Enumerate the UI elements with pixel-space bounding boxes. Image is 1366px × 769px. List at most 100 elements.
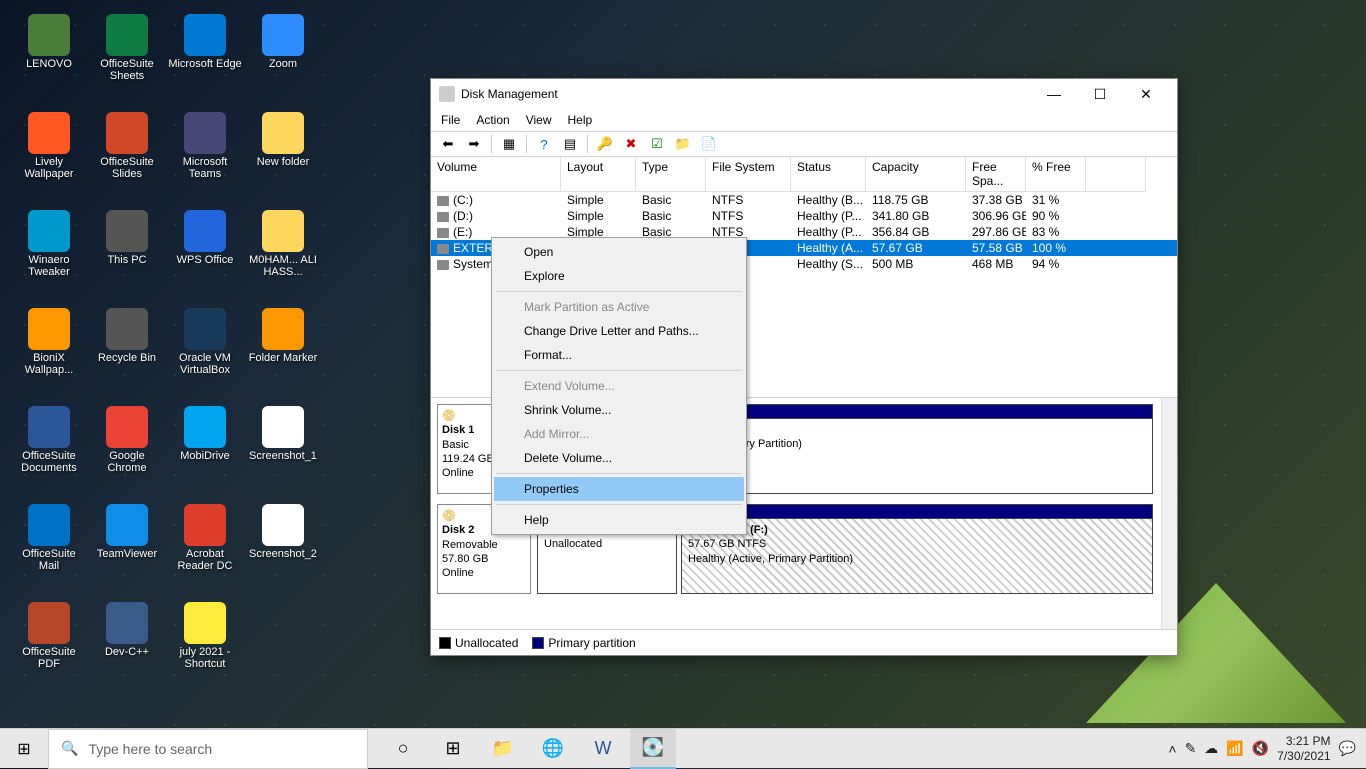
menu-item[interactable]: Shrink Volume... (494, 398, 744, 422)
scrollbar[interactable] (1161, 398, 1177, 629)
desktop-icon[interactable]: OfficeSuite Sheets (88, 10, 166, 108)
desktop-icon[interactable]: OfficeSuite Mail (10, 500, 88, 598)
desktop-icon[interactable]: OfficeSuite PDF (10, 598, 88, 696)
desktop-icon[interactable]: Oracle VM VirtualBox (166, 304, 244, 402)
col-free[interactable]: Free Spa... (966, 157, 1026, 192)
tray-wifi-icon[interactable]: 📶 (1226, 740, 1243, 757)
desktop-icon[interactable]: Winaero Tweaker (10, 206, 88, 304)
desktop-icon[interactable]: BioniX Wallpap... (10, 304, 88, 402)
menu-item[interactable]: Format... (494, 343, 744, 367)
partition-bar (682, 505, 1152, 519)
toolbar-icon[interactable]: ▦ (498, 134, 520, 154)
desktop-icon[interactable]: LENOVO (10, 10, 88, 108)
tray-volume-icon[interactable]: 🔇 (1252, 740, 1269, 757)
menu-item[interactable]: Help (494, 508, 744, 532)
forward-button[interactable]: ➡ (463, 134, 485, 154)
partition-external[interactable]: EXTERNAL (F:) 57.67 GB NTFS Healthy (Act… (681, 504, 1153, 594)
toolbar-icon[interactable]: 📄 (698, 134, 720, 154)
desktop-icon[interactable]: MobiDrive (166, 402, 244, 500)
task-view-icon[interactable]: ⊞ (430, 729, 476, 769)
desktop-icon[interactable]: Dev-C++ (88, 598, 166, 696)
desktop-icon[interactable]: Google Chrome (88, 402, 166, 500)
app-icon (262, 112, 304, 154)
toolbar-icon[interactable]: ▤ (559, 134, 581, 154)
desktop-icon[interactable]: New folder (244, 108, 322, 206)
icon-label: New folder (257, 156, 310, 168)
icon-label: WPS Office (177, 254, 234, 266)
menu-item[interactable]: Change Drive Letter and Paths... (494, 319, 744, 343)
col-fs[interactable]: File System (706, 157, 791, 192)
toolbar-icon[interactable]: ☑ (646, 134, 668, 154)
col-capacity[interactable]: Capacity (866, 157, 966, 192)
col-volume[interactable]: Volume (431, 157, 561, 192)
menu-item[interactable]: Delete Volume... (494, 446, 744, 470)
file-explorer-icon[interactable]: 📁 (480, 729, 526, 769)
chrome-icon[interactable]: 🌐 (530, 729, 576, 769)
tray-pen-icon[interactable]: ✎ (1185, 740, 1197, 757)
tray-chevron-icon[interactable]: ˄ (1168, 741, 1176, 757)
titlebar[interactable]: Disk Management — ☐ ✕ (431, 79, 1177, 109)
menu-item[interactable]: Open (494, 240, 744, 264)
desktop-icon[interactable]: Microsoft Edge (166, 10, 244, 108)
menu-separator (496, 291, 742, 292)
icon-label: Zoom (269, 58, 297, 70)
clock-date: 7/30/2021 (1277, 749, 1330, 763)
toolbar-icon[interactable]: 📁 (672, 134, 694, 154)
cortana-icon[interactable]: ○ (380, 729, 426, 769)
icon-label: Acrobat Reader DC (168, 548, 242, 572)
col-pct[interactable]: % Free (1026, 157, 1086, 192)
desktop-icon[interactable]: OfficeSuite Documents (10, 402, 88, 500)
close-button[interactable]: ✕ (1123, 79, 1169, 109)
icon-label: Oracle VM VirtualBox (168, 352, 242, 376)
desktop-icon[interactable]: This PC (88, 206, 166, 304)
desktop-icon[interactable]: Folder Marker (244, 304, 322, 402)
desktop-icon[interactable]: OfficeSuite Slides (88, 108, 166, 206)
start-button[interactable]: ⊞ (0, 729, 48, 769)
desktop-icon[interactable]: M0HAM... ALI HASS... (244, 206, 322, 304)
menu-item[interactable]: Properties (494, 477, 744, 501)
disk-management-taskbar-icon[interactable]: 💽 (630, 729, 676, 769)
icon-label: july 2021 - Shortcut (168, 646, 242, 670)
volume-row[interactable]: (D:) Simple Basic NTFS Healthy (P... 341… (431, 208, 1177, 224)
menu-item: Extend Volume... (494, 374, 744, 398)
desktop-icon[interactable]: Screenshot_2 (244, 500, 322, 598)
app-icon (184, 210, 226, 252)
col-type[interactable]: Type (636, 157, 706, 192)
app-icon (106, 406, 148, 448)
toolbar-icon[interactable]: 🔑 (594, 134, 616, 154)
icon-label: Screenshot_1 (249, 450, 317, 462)
desktop-icon[interactable]: TeamViewer (88, 500, 166, 598)
menubar: File Action View Help (431, 109, 1177, 131)
desktop-icon[interactable]: Lively Wallpaper (10, 108, 88, 206)
desktop-icon[interactable]: Acrobat Reader DC (166, 500, 244, 598)
delete-icon[interactable]: ✖ (620, 134, 642, 154)
menu-action[interactable]: Action (476, 113, 509, 127)
desktop-icon[interactable]: Recycle Bin (88, 304, 166, 402)
menu-separator (496, 473, 742, 474)
maximize-button[interactable]: ☐ (1077, 79, 1123, 109)
menu-file[interactable]: File (441, 113, 460, 127)
menu-help[interactable]: Help (568, 113, 593, 127)
menu-item[interactable]: Explore (494, 264, 744, 288)
disk-type: Removable (442, 538, 526, 552)
app-icon[interactable]: W (580, 729, 626, 769)
back-button[interactable]: ⬅ (437, 134, 459, 154)
search-box[interactable]: 🔍 Type here to search (48, 729, 368, 769)
col-status[interactable]: Status (791, 157, 866, 192)
col-layout[interactable]: Layout (561, 157, 636, 192)
desktop-icon[interactable]: Screenshot_1 (244, 402, 322, 500)
desktop-icon[interactable]: Microsoft Teams (166, 108, 244, 206)
desktop-icon[interactable]: Zoom (244, 10, 322, 108)
desktop-icon[interactable]: WPS Office (166, 206, 244, 304)
minimize-button[interactable]: — (1031, 79, 1077, 109)
menu-view[interactable]: View (526, 113, 552, 127)
volume-row[interactable]: (C:) Simple Basic NTFS Healthy (B... 118… (431, 192, 1177, 208)
tray-onedrive-icon[interactable]: ☁ (1204, 740, 1218, 757)
desktop-icon[interactable]: july 2021 - Shortcut (166, 598, 244, 696)
col-blank[interactable] (1086, 157, 1146, 192)
notifications-icon[interactable]: 💬 (1339, 740, 1356, 757)
taskbar: ⊞ 🔍 Type here to search ○ ⊞ 📁 🌐 W 💽 ˄ ✎ … (0, 728, 1366, 768)
clock[interactable]: 3:21 PM 7/30/2021 (1277, 734, 1330, 763)
drive-icon (437, 260, 449, 270)
help-icon[interactable]: ? (533, 134, 555, 154)
